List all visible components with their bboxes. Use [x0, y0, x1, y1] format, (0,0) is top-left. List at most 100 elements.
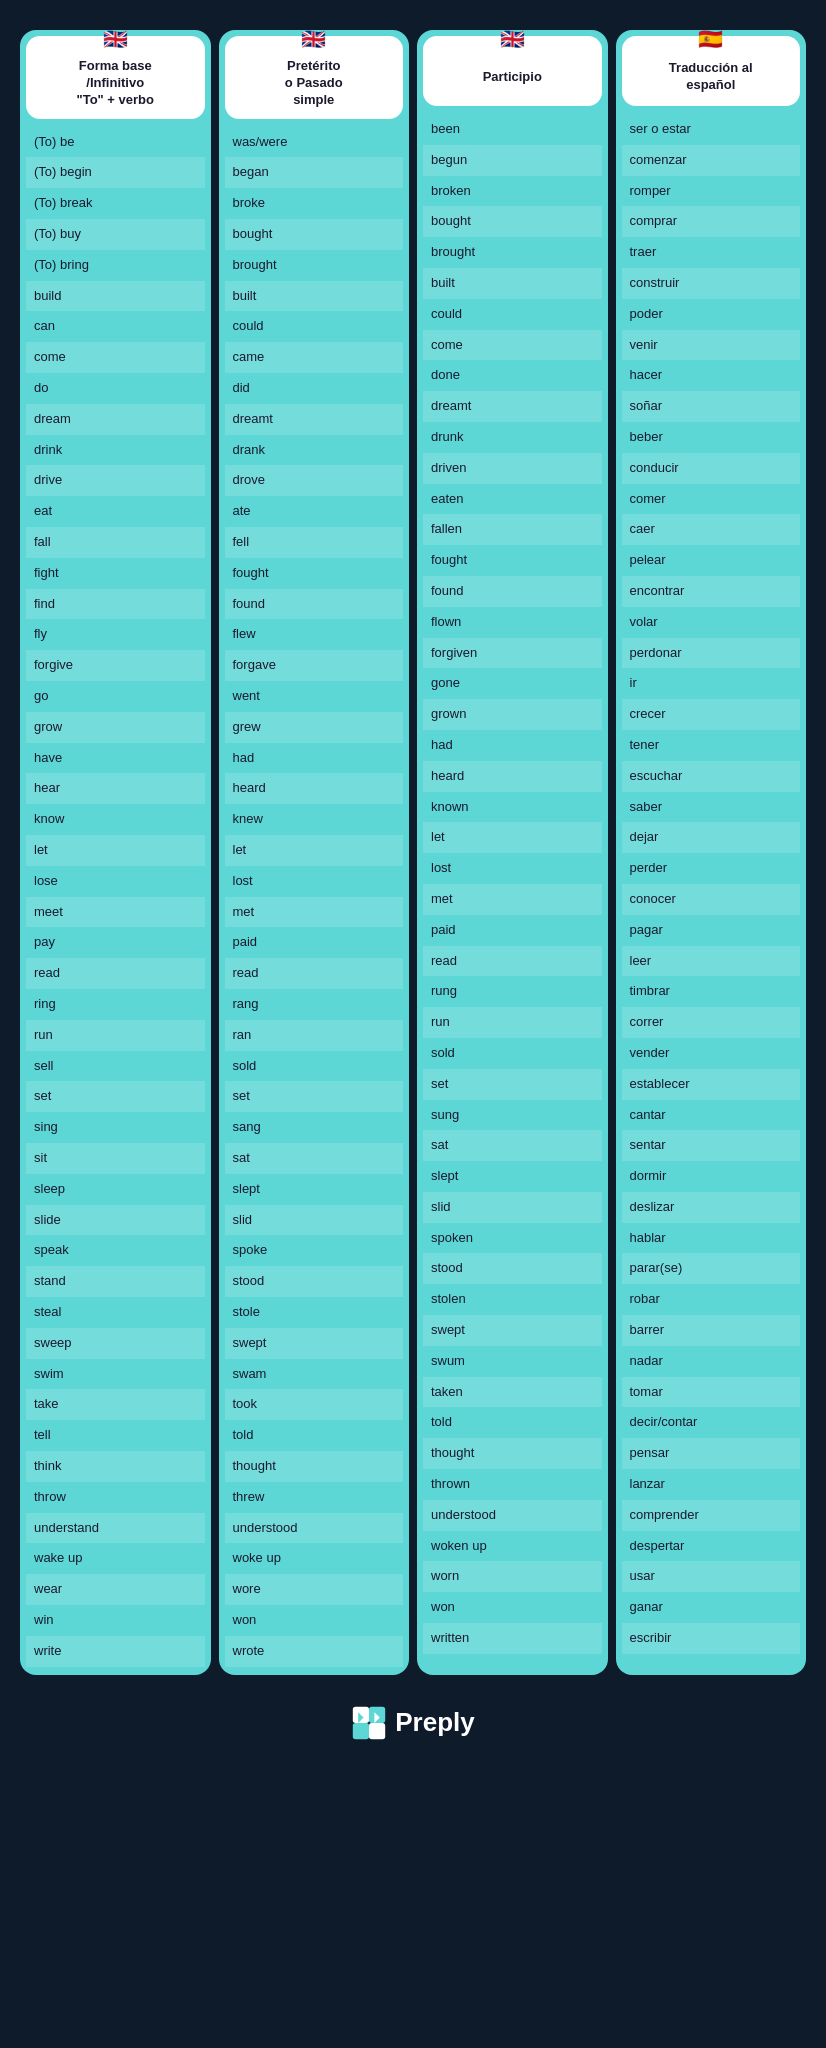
table-row: built — [423, 268, 602, 299]
table-row: ate — [225, 496, 404, 527]
table-row: set — [423, 1069, 602, 1100]
table-row: timbrar — [622, 976, 801, 1007]
table-row: (To) buy — [26, 219, 205, 250]
table-row: thought — [423, 1438, 602, 1469]
flag-preterite: 🇬🇧 — [301, 30, 326, 52]
table-row: sold — [225, 1051, 404, 1082]
table-row: bought — [423, 206, 602, 237]
table-row: stand — [26, 1266, 205, 1297]
table-row: done — [423, 360, 602, 391]
table-row: broken — [423, 176, 602, 207]
table-row: ran — [225, 1020, 404, 1051]
cells-spanish: ser o estarcomenzarrompercomprartraercon… — [616, 106, 807, 1662]
table-row: let — [423, 822, 602, 853]
table-row: crecer — [622, 699, 801, 730]
table-row: steal — [26, 1297, 205, 1328]
table-row: hacer — [622, 360, 801, 391]
table-row: told — [225, 1420, 404, 1451]
table-row: encontrar — [622, 576, 801, 607]
table-row: stolen — [423, 1284, 602, 1315]
table-row: comenzar — [622, 145, 801, 176]
preply-icon — [351, 1705, 387, 1741]
header-text-participle: Participio — [483, 69, 542, 86]
table-row: vender — [622, 1038, 801, 1069]
table-row: slid — [423, 1192, 602, 1223]
table-row: rung — [423, 976, 602, 1007]
table-row: knew — [225, 804, 404, 835]
table-row: fell — [225, 527, 404, 558]
table-row: lose — [26, 866, 205, 897]
verb-table: 🇬🇧Forma base /Infinitivo "To" + verbo(To… — [20, 30, 806, 1675]
column-base: 🇬🇧Forma base /Infinitivo "To" + verbo(To… — [20, 30, 211, 1675]
table-row: usar — [622, 1561, 801, 1592]
table-row: forgive — [26, 650, 205, 681]
table-row: wear — [26, 1574, 205, 1605]
table-row: pay — [26, 927, 205, 958]
table-row: think — [26, 1451, 205, 1482]
table-row: stole — [225, 1297, 404, 1328]
table-row: tell — [26, 1420, 205, 1451]
table-row: eaten — [423, 484, 602, 515]
table-row: ganar — [622, 1592, 801, 1623]
table-row: take — [26, 1389, 205, 1420]
table-row: grown — [423, 699, 602, 730]
table-row: won — [225, 1605, 404, 1636]
table-row: did — [225, 373, 404, 404]
table-row: robar — [622, 1284, 801, 1315]
table-row: find — [26, 589, 205, 620]
table-row: speak — [26, 1235, 205, 1266]
table-row: swept — [225, 1328, 404, 1359]
table-row: read — [26, 958, 205, 989]
table-row: saber — [622, 792, 801, 823]
header-spanish: 🇪🇸Traducción al español — [622, 36, 801, 106]
table-row: throw — [26, 1482, 205, 1513]
table-row: sang — [225, 1112, 404, 1143]
table-row: had — [423, 730, 602, 761]
table-row: sit — [26, 1143, 205, 1174]
column-spanish: 🇪🇸Traducción al españolser o estarcomenz… — [616, 30, 807, 1675]
flag-base: 🇬🇧 — [103, 30, 128, 52]
table-row: drink — [26, 435, 205, 466]
table-row: run — [26, 1020, 205, 1051]
table-row: met — [423, 884, 602, 915]
table-row: decir/contar — [622, 1407, 801, 1438]
table-row: heard — [423, 761, 602, 792]
table-row: set — [26, 1081, 205, 1112]
table-row: grew — [225, 712, 404, 743]
table-row: paid — [423, 915, 602, 946]
table-row: spoke — [225, 1235, 404, 1266]
table-row: hablar — [622, 1223, 801, 1254]
table-row: build — [26, 281, 205, 312]
flag-spanish: 🇪🇸 — [698, 30, 723, 52]
table-row: swam — [225, 1359, 404, 1390]
table-row: sing — [26, 1112, 205, 1143]
table-row: come — [26, 342, 205, 373]
table-row: took — [225, 1389, 404, 1420]
table-row: come — [423, 330, 602, 361]
table-row: escuchar — [622, 761, 801, 792]
footer-logo: Preply — [351, 1705, 475, 1741]
table-row: forgiven — [423, 638, 602, 669]
table-row: swim — [26, 1359, 205, 1390]
table-row: built — [225, 281, 404, 312]
table-row: found — [225, 589, 404, 620]
table-row: lanzar — [622, 1469, 801, 1500]
table-row: meet — [26, 897, 205, 928]
table-row: stood — [423, 1253, 602, 1284]
table-row: swept — [423, 1315, 602, 1346]
table-row: do — [26, 373, 205, 404]
table-row: brought — [423, 237, 602, 268]
table-row: escribir — [622, 1623, 801, 1654]
table-row: fought — [225, 558, 404, 589]
table-row: drive — [26, 465, 205, 496]
svg-rect-2 — [353, 1723, 369, 1739]
table-row: lost — [423, 853, 602, 884]
table-row: go — [26, 681, 205, 712]
column-preterite: 🇬🇧Pretérito o Pasado simplewas/werebegan… — [219, 30, 410, 1675]
table-row: sat — [423, 1130, 602, 1161]
table-row: ir — [622, 668, 801, 699]
flag-participle: 🇬🇧 — [500, 30, 525, 52]
table-row: (To) begin — [26, 157, 205, 188]
table-row: ser o estar — [622, 114, 801, 145]
table-row: sell — [26, 1051, 205, 1082]
